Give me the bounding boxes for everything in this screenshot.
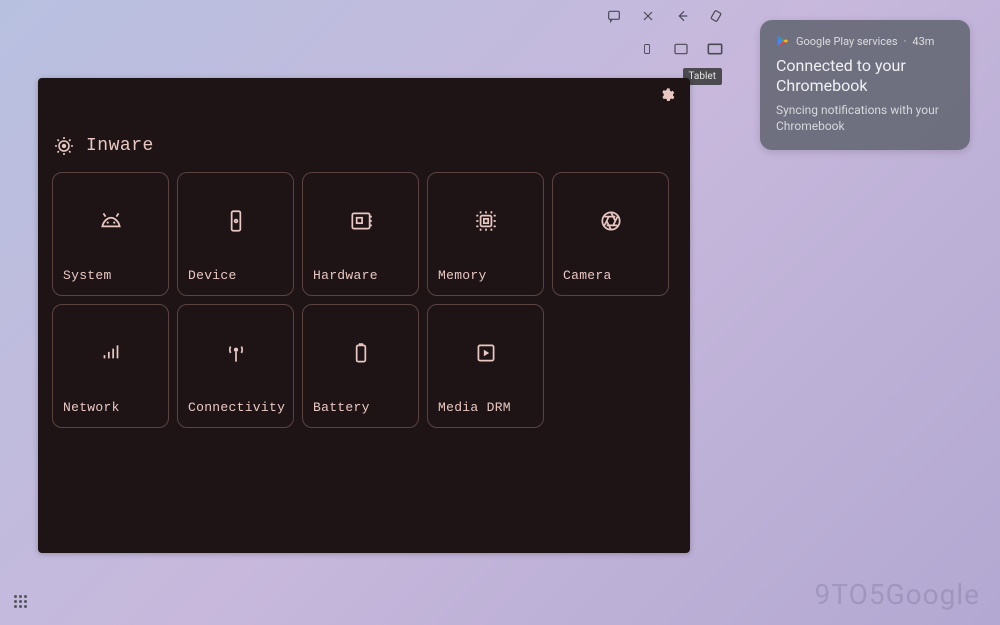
play-services-icon bbox=[776, 34, 790, 48]
emulator-device-size-row bbox=[638, 42, 724, 56]
notification-card[interactable]: Google Play services · 43m Connected to … bbox=[760, 20, 970, 150]
settings-button[interactable] bbox=[658, 88, 676, 106]
tile-label: Network bbox=[53, 400, 168, 427]
notification-body: Syncing notifications with your Chromebo… bbox=[776, 102, 954, 134]
close-icon[interactable] bbox=[640, 8, 656, 24]
tile-battery[interactable]: Battery bbox=[302, 304, 419, 428]
phone-size-icon[interactable] bbox=[638, 42, 656, 56]
device-icon bbox=[178, 173, 293, 268]
aperture-icon bbox=[553, 173, 668, 268]
tile-hardware[interactable]: Hardware bbox=[302, 172, 419, 296]
motherboard-icon bbox=[303, 173, 418, 268]
tile-device[interactable]: Device bbox=[177, 172, 294, 296]
tile-label: System bbox=[53, 268, 168, 295]
chat-icon[interactable] bbox=[606, 8, 622, 24]
signal-bars-icon bbox=[53, 305, 168, 400]
antenna-icon bbox=[178, 305, 293, 400]
inware-app-window: Inware System Device Hardware bbox=[38, 78, 690, 553]
tile-network[interactable]: Network bbox=[52, 304, 169, 428]
small-tablet-size-icon[interactable] bbox=[672, 42, 690, 56]
inware-logo-icon bbox=[52, 134, 76, 158]
tile-label: Hardware bbox=[303, 268, 418, 295]
watermark: 9TO5Google bbox=[815, 578, 980, 611]
tile-label: Memory bbox=[428, 268, 543, 295]
notification-title: Connected to your Chromebook bbox=[776, 56, 954, 96]
tile-grid: System Device Hardware Memory C bbox=[52, 172, 676, 428]
battery-icon bbox=[303, 305, 418, 400]
tile-label: Media DRM bbox=[428, 400, 543, 427]
tile-system[interactable]: System bbox=[52, 172, 169, 296]
tile-connectivity[interactable]: Connectivity bbox=[177, 304, 294, 428]
app-title: Inware bbox=[86, 136, 154, 156]
app-launcher-button[interactable] bbox=[14, 595, 30, 611]
android-icon bbox=[53, 173, 168, 268]
back-arrow-icon[interactable] bbox=[674, 8, 690, 24]
tile-label: Connectivity bbox=[178, 400, 293, 427]
notification-source: Google Play services bbox=[796, 35, 898, 48]
tile-media-drm[interactable]: Media DRM bbox=[427, 304, 544, 428]
tile-label: Device bbox=[178, 268, 293, 295]
chip-icon bbox=[428, 173, 543, 268]
play-square-icon bbox=[428, 305, 543, 400]
tile-camera[interactable]: Camera bbox=[552, 172, 669, 296]
tile-label: Camera bbox=[553, 268, 668, 295]
emulator-top-controls bbox=[606, 8, 724, 24]
rotate-icon[interactable] bbox=[708, 8, 724, 24]
tile-memory[interactable]: Memory bbox=[427, 172, 544, 296]
app-title-row: Inware bbox=[52, 134, 676, 158]
notification-source-row: Google Play services · 43m bbox=[776, 34, 954, 48]
tile-label: Battery bbox=[303, 400, 418, 427]
notification-age: 43m bbox=[912, 35, 934, 48]
gear-icon bbox=[659, 87, 675, 108]
tablet-size-icon[interactable] bbox=[706, 42, 724, 56]
notification-source-sep: · bbox=[904, 35, 907, 48]
